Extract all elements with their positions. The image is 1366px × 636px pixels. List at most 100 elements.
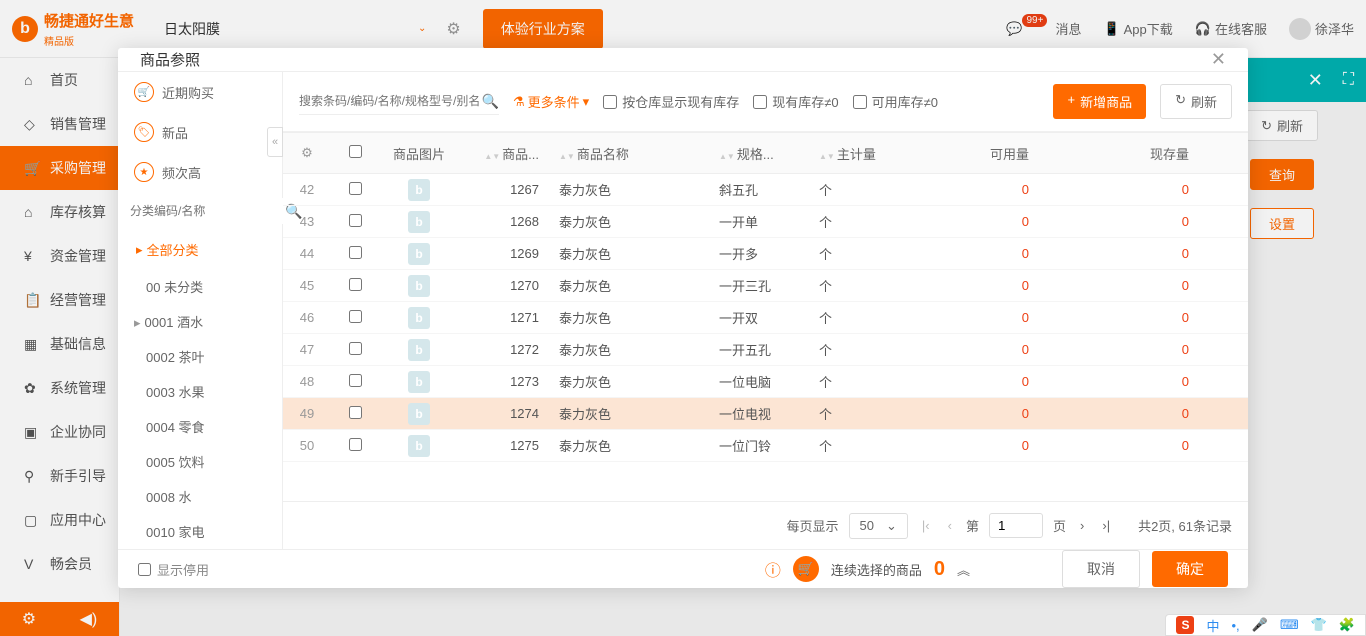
ime-tool-icon[interactable]: 🧩 <box>1339 617 1355 633</box>
row-checkbox[interactable] <box>349 374 362 387</box>
table-row[interactable]: 47b1272泰力灰色一开五孔个00 <box>283 334 1248 366</box>
cat-0005[interactable]: 0005 饮料 <box>118 444 282 479</box>
cat-0004[interactable]: 0004 零食 <box>118 409 282 444</box>
col-stock[interactable]: 现存量 <box>1039 144 1209 163</box>
table-row[interactable]: 46b1271泰力灰色一开双个00 <box>283 302 1248 334</box>
row-check <box>331 246 379 262</box>
col-image[interactable]: 商品图片 <box>379 144 459 163</box>
ime-skin-icon[interactable]: 👕 <box>1311 617 1327 633</box>
ime-mic-icon[interactable]: 🎤 <box>1252 617 1268 633</box>
cancel-button[interactable]: 取消 <box>1062 550 1140 588</box>
table-row[interactable]: 44b1269泰力灰色一开多个00 <box>283 238 1248 270</box>
help-icon[interactable]: ⓘ <box>765 557 781 581</box>
table-row[interactable]: 48b1273泰力灰色一位电脑个00 <box>283 366 1248 398</box>
search-icon[interactable]: 🔍 <box>482 93 499 110</box>
image-placeholder-icon: b <box>408 307 430 329</box>
row-unit: 个 <box>809 436 889 455</box>
row-avail: 0 <box>889 342 1039 357</box>
table-row[interactable]: 49b1274泰力灰色一位电视个00 <box>283 398 1248 430</box>
col-avail[interactable]: 可用量 <box>889 144 1039 163</box>
next-page-icon[interactable]: › <box>1076 518 1088 533</box>
chk-avail-nonzero[interactable]: 可用库存≠0 <box>853 92 938 111</box>
row-checkbox[interactable] <box>349 438 362 451</box>
row-code: 1269 <box>459 246 549 261</box>
cat-0001[interactable]: ▸0001 酒水 <box>118 304 282 339</box>
category-search-input[interactable] <box>130 198 285 224</box>
row-image: b <box>379 179 459 201</box>
more-conditions[interactable]: ⚗更多条件▾ <box>513 92 589 111</box>
row-spec: 一开双 <box>709 308 809 327</box>
table-row[interactable]: 42b1267泰力灰色斜五孔个00 <box>283 174 1248 206</box>
row-stock: 0 <box>1039 246 1209 261</box>
table-row[interactable]: 45b1270泰力灰色一开三孔个00 <box>283 270 1248 302</box>
image-placeholder-icon: b <box>408 371 430 393</box>
row-unit: 个 <box>809 372 889 391</box>
row-avail: 0 <box>889 374 1039 389</box>
ok-button[interactable]: 确定 <box>1152 551 1228 587</box>
tag-icon: 🏷 <box>134 122 154 142</box>
table-header: ⚙ 商品图片 ▲▼商品... ▲▼商品名称 ▲▼规格... ▲▼主计量 可用量 … <box>283 132 1248 174</box>
table-row[interactable]: 50b1275泰力灰色一位门铃个00 <box>283 430 1248 462</box>
cat-0008[interactable]: 0008 水 <box>118 479 282 514</box>
row-image: b <box>379 243 459 265</box>
all-categories[interactable]: ▸全部分类 <box>118 230 282 269</box>
last-page-icon[interactable]: ›| <box>1098 518 1114 533</box>
ime-punct-icon[interactable]: •, <box>1232 618 1240 633</box>
row-checkbox[interactable] <box>349 214 362 227</box>
cat-00[interactable]: 00 未分类 <box>118 269 282 304</box>
cat-0010[interactable]: 0010 家电 <box>118 514 282 549</box>
add-product-button[interactable]: +新增商品 <box>1053 84 1146 119</box>
row-check <box>331 182 379 198</box>
row-index: 48 <box>283 374 331 389</box>
refresh-button[interactable]: ↻刷新 <box>1160 84 1232 119</box>
plus-icon: + <box>1067 92 1075 111</box>
sort-icon: ▲▼ <box>719 154 735 160</box>
row-checkbox[interactable] <box>349 182 362 195</box>
ime-logo-icon[interactable]: S <box>1176 616 1194 634</box>
gear-icon: ⚙ <box>301 145 313 160</box>
tag-recent[interactable]: 🛒近期购买 <box>118 72 282 112</box>
table-row[interactable]: 43b1268泰力灰色一开单个00 <box>283 206 1248 238</box>
ime-lang[interactable]: 中 <box>1206 616 1219 635</box>
chevron-down-icon: ⌄ <box>886 518 897 534</box>
show-stopped-check[interactable]: 显示停用 <box>138 560 209 579</box>
tag-frequent[interactable]: ★频次高 <box>118 152 282 192</box>
col-spec[interactable]: ▲▼规格... <box>709 144 809 163</box>
first-page-icon[interactable]: |‹ <box>918 518 934 533</box>
selected-label: 连续选择的商品 <box>831 560 922 579</box>
row-checkbox[interactable] <box>349 406 362 419</box>
sort-icon: ▲▼ <box>819 154 835 160</box>
page-input[interactable] <box>989 513 1043 538</box>
chk-warehouse[interactable]: 按仓库显示现有库存 <box>603 92 739 111</box>
check-all[interactable] <box>349 145 362 158</box>
row-checkbox[interactable] <box>349 342 362 355</box>
product-table: ⚙ 商品图片 ▲▼商品... ▲▼商品名称 ▲▼规格... ▲▼主计量 可用量 … <box>283 132 1248 501</box>
cat-0003[interactable]: 0003 水果 <box>118 374 282 409</box>
modal-footer: 显示停用 ⓘ 🛒 连续选择的商品 0 ︽ 取消 确定 <box>118 549 1248 588</box>
tag-new[interactable]: 🏷新品 <box>118 112 282 152</box>
chk-stock-nonzero[interactable]: 现有库存≠0 <box>753 92 838 111</box>
row-checkbox[interactable] <box>349 310 362 323</box>
collapse-left-icon[interactable]: « <box>267 127 283 157</box>
chevron-up-icon[interactable]: ︽ <box>957 560 970 579</box>
close-icon[interactable]: ✕ <box>1211 49 1226 70</box>
col-name[interactable]: ▲▼商品名称 <box>549 144 709 163</box>
row-checkbox[interactable] <box>349 246 362 259</box>
cat-0002[interactable]: 0002 茶叶 <box>118 339 282 374</box>
col-check <box>331 145 379 161</box>
caret-icon: ▸ <box>134 315 141 330</box>
col-unit[interactable]: ▲▼主计量 <box>809 144 889 163</box>
row-code: 1273 <box>459 374 549 389</box>
ime-keyboard-icon[interactable]: ⌨ <box>1280 617 1299 633</box>
row-unit: 个 <box>809 212 889 231</box>
per-page-label: 每页显示 <box>787 516 839 535</box>
row-image: b <box>379 403 459 425</box>
page-size-select[interactable]: 50⌄ <box>849 513 908 539</box>
col-settings[interactable]: ⚙ <box>283 145 331 161</box>
col-code[interactable]: ▲▼商品... <box>459 144 549 163</box>
product-search-input[interactable] <box>299 88 482 114</box>
row-check <box>331 374 379 390</box>
row-unit: 个 <box>809 276 889 295</box>
row-checkbox[interactable] <box>349 278 362 291</box>
prev-page-icon[interactable]: ‹ <box>944 518 956 533</box>
